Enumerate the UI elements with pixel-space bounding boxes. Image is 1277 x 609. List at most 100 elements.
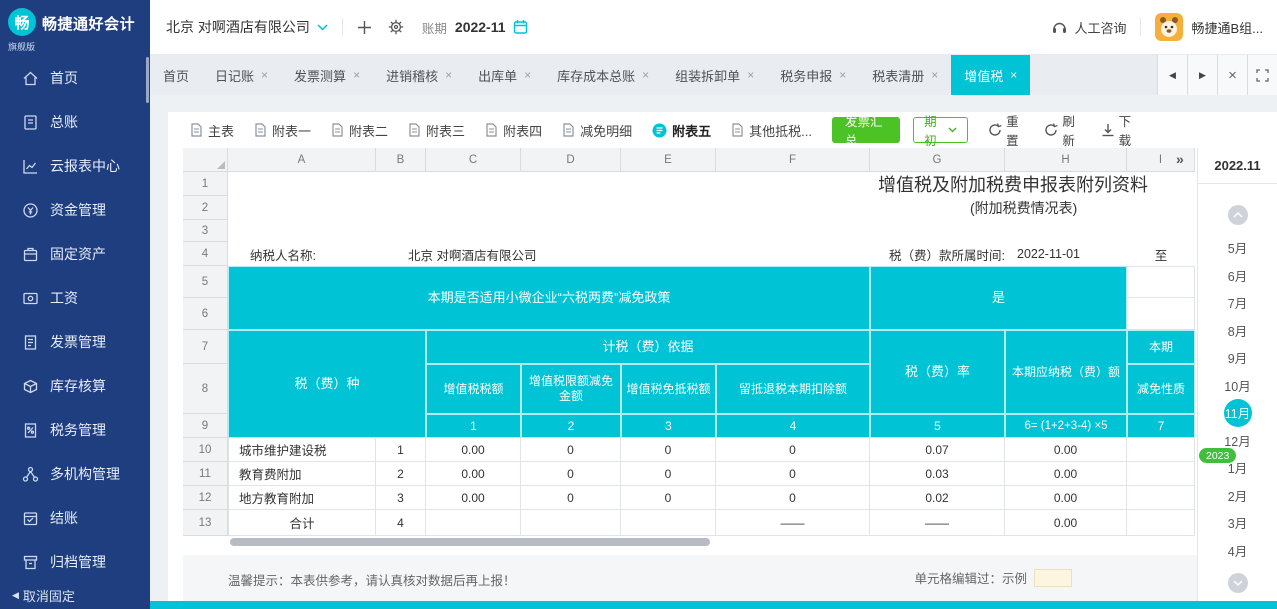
sheet-cell[interactable]: 0 [621, 486, 716, 510]
add-icon[interactable] [357, 20, 372, 35]
close-tab-icon[interactable]: × [1010, 68, 1017, 82]
taxpayer-value[interactable]: 北京 对啊酒店有限公司 [376, 242, 716, 266]
gear-icon[interactable] [388, 19, 404, 35]
sheet-cell[interactable]: 0.00 [1005, 438, 1127, 462]
sidebar-item-multi-org[interactable]: 多机构管理 [0, 452, 150, 496]
tab-outbound[interactable]: 出库单 × [465, 55, 544, 95]
sheet-cell[interactable]: 3 [376, 486, 426, 510]
month-item[interactable]: 8月 [1198, 317, 1277, 345]
invoice-summary-button[interactable]: 发票汇总 [831, 115, 901, 148]
month-item[interactable]: 6月 [1198, 262, 1277, 290]
sheet-cell[interactable] [1127, 266, 1195, 298]
sheet-cell[interactable] [1127, 298, 1195, 330]
company-selector[interactable]: 北京 对啊酒店有限公司 [166, 17, 310, 37]
sheet-cell[interactable]: 4 [376, 510, 426, 536]
column-header[interactable]: F [716, 148, 870, 172]
form-tab-reduction-detail[interactable]: 减免明细 [562, 121, 632, 140]
sheet-cell[interactable]: 0 [716, 462, 870, 486]
column-header[interactable]: E [621, 148, 716, 172]
sheet-cell[interactable]: 0.07 [870, 438, 1005, 462]
column-header[interactable]: A [228, 148, 376, 172]
refresh-button[interactable]: 刷新 [1044, 111, 1080, 149]
column-header[interactable]: D [521, 148, 621, 172]
sidebar-scrollbar[interactable] [146, 57, 149, 103]
sheet-cell[interactable] [521, 510, 621, 536]
form-tab-other-deduction[interactable]: 其他抵税... [731, 121, 812, 140]
scroll-months-down-button[interactable] [1227, 573, 1248, 593]
close-tab-icon[interactable]: × [642, 68, 649, 82]
sidebar-item-invoices[interactable]: 发票管理 [0, 320, 150, 364]
sheet-cell[interactable] [426, 510, 521, 536]
column-header[interactable]: I [1127, 148, 1195, 172]
close-tab-icon[interactable]: × [747, 68, 754, 82]
horizontal-scrollbar[interactable] [230, 538, 710, 546]
column-header[interactable]: B [376, 148, 426, 172]
sheet-cell[interactable]: 0 [716, 486, 870, 510]
form-tab-appendix3[interactable]: 附表三 [408, 121, 465, 140]
close-all-tabs-button[interactable]: × [1217, 55, 1247, 95]
sheet-cell[interactable]: 0.03 [870, 462, 1005, 486]
row-number[interactable]: 3 [183, 220, 228, 242]
month-item[interactable]: 2月 [1198, 482, 1277, 510]
user-name[interactable]: 畅捷通B组... [1191, 18, 1263, 37]
sidebar-item-archive[interactable]: 归档管理 [0, 540, 150, 584]
row-number[interactable]: 8 [183, 364, 228, 414]
sheet-cell[interactable]: —— [870, 510, 1005, 536]
close-tab-icon[interactable]: × [524, 68, 531, 82]
period-value[interactable]: 2022-11 [455, 19, 506, 35]
column-header[interactable]: G [870, 148, 1005, 172]
calendar-icon[interactable] [513, 19, 528, 35]
tab-invoice-calc[interactable]: 发票测算 × [281, 55, 373, 95]
tab-tax-filing[interactable]: 税务申报 × [767, 55, 859, 95]
sheet-cell[interactable]: 0 [716, 438, 870, 462]
sheet-cell[interactable] [1127, 510, 1195, 536]
select-all-corner[interactable] [183, 148, 228, 172]
tab-home[interactable]: 首页 [150, 55, 202, 95]
tax-name-cell[interactable]: 地方教育附加 [228, 486, 376, 510]
month-item-active[interactable]: 11月 [1198, 398, 1277, 427]
download-button[interactable]: 下载 [1101, 111, 1137, 149]
row-number[interactable]: 1 [183, 172, 228, 196]
close-tab-icon[interactable]: × [353, 68, 360, 82]
sidebar-item-home[interactable]: 首页 [0, 56, 150, 100]
row-number[interactable]: 9 [183, 414, 228, 438]
form-tab-appendix2[interactable]: 附表二 [331, 121, 388, 140]
close-tab-icon[interactable]: × [261, 68, 268, 82]
sheet-cell[interactable] [1127, 438, 1195, 462]
sidebar-item-fixed-assets[interactable]: 固定资产 [0, 232, 150, 276]
sheet-cell[interactable]: 0.00 [426, 438, 521, 462]
close-tab-icon[interactable]: × [839, 68, 846, 82]
sheet-cell[interactable] [621, 510, 716, 536]
form-tab-main[interactable]: 主表 [190, 121, 234, 140]
user-avatar[interactable] [1155, 13, 1184, 41]
month-item[interactable]: 4月 [1198, 537, 1277, 565]
month-item[interactable]: 3月 [1198, 509, 1277, 537]
collapse-month-panel-icon[interactable]: » [1176, 151, 1184, 167]
row-number[interactable]: 5 [183, 266, 228, 298]
sheet-cell[interactable]: 0 [621, 462, 716, 486]
fullscreen-icon[interactable] [1247, 55, 1277, 95]
tax-name-cell[interactable]: 城市维护建设税 [228, 438, 376, 462]
row-number[interactable]: 2 [183, 196, 228, 220]
month-item[interactable]: 5月 [1198, 234, 1277, 262]
sheet-cell[interactable] [1127, 486, 1195, 510]
sheet-cell[interactable]: —— [716, 510, 870, 536]
sheet-cell[interactable]: 0.00 [1005, 486, 1127, 510]
sheet-cell[interactable]: 2 [376, 462, 426, 486]
row-number[interactable]: 13 [183, 510, 228, 536]
sidebar-item-inventory[interactable]: 库存核算 [0, 364, 150, 408]
sidebar-item-tax[interactable]: 税务管理 [0, 408, 150, 452]
policy-answer-cell[interactable]: 是 [870, 266, 1127, 330]
sheet-cell[interactable]: 0 [521, 486, 621, 510]
form-tab-appendix4[interactable]: 附表四 [485, 121, 542, 140]
tab-vat-active[interactable]: 增值税 × [951, 55, 1031, 95]
support-consult-button[interactable]: 人工咨询 [1051, 18, 1126, 37]
row-number[interactable]: 11 [183, 462, 228, 486]
column-header[interactable]: H [1005, 148, 1127, 172]
sheet-cell[interactable]: 0.00 [426, 486, 521, 510]
close-tab-icon[interactable]: × [931, 68, 938, 82]
sheet-cell[interactable]: 0 [621, 438, 716, 462]
sheet-cell[interactable]: 0.02 [870, 486, 1005, 510]
sheet-cell[interactable]: 0.00 [426, 462, 521, 486]
sheet-cell[interactable]: 1 [376, 438, 426, 462]
